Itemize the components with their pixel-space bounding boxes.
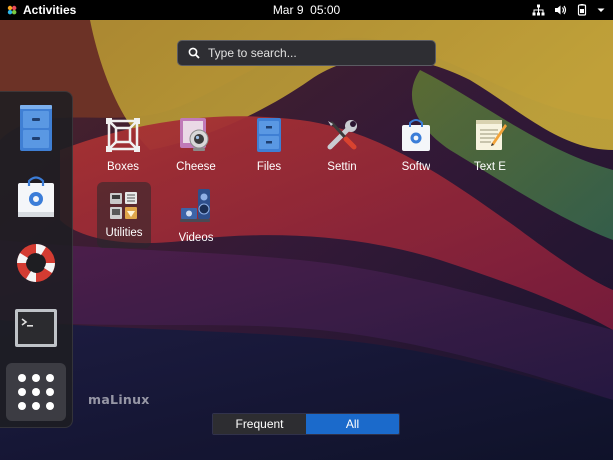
app-text-editor[interactable]: Text E [455,115,525,173]
volume-icon [555,5,567,15]
dash-item-files[interactable] [8,100,64,156]
app-label: Boxes [107,161,139,173]
boxes-icon [103,115,143,155]
system-status-area[interactable] [532,0,605,20]
dash-item-software[interactable] [8,168,64,224]
webcam-icon [176,115,216,155]
top-bar: Activities Mar 9 05:00 [0,0,613,20]
menu-arrow-icon [597,8,605,12]
file-cabinet-icon [249,115,289,155]
app-boxes[interactable]: Boxes [88,115,158,173]
app-label: Softw [401,161,431,173]
shopping-bag-icon [396,115,436,155]
dash-item-help[interactable] [8,235,64,291]
shopping-bag-icon [18,176,54,217]
app-label: Cheese [176,161,216,173]
search-input[interactable] [208,46,428,60]
notepad-icon [470,115,510,155]
activities-button[interactable]: Activities [6,0,76,20]
frequent-tab[interactable]: Frequent [213,414,306,434]
app-label: Settin [327,161,357,173]
activities-label: Activities [23,3,77,17]
app-label: Files [256,161,282,173]
app-label: Utilities [105,227,143,239]
app-grid-icon [18,374,54,410]
app-view-toggle: Frequent All [212,413,400,435]
power-icon [577,4,587,16]
show-applications-button[interactable] [6,363,66,421]
wallpaper-brand-text: maLinux [88,392,150,407]
app-videos[interactable]: Videos [161,186,231,244]
almalinux-logo-icon [7,5,17,15]
dash-item-terminal[interactable] [8,300,64,356]
app-settings[interactable]: Settin [307,115,377,173]
terminal-icon [15,309,57,347]
all-tab[interactable]: All [306,414,399,434]
network-icon [532,4,545,16]
lifebuoy-icon [17,244,55,282]
search-icon [188,47,200,59]
clock-container: Mar 9 05:00 [0,0,613,20]
app-label: Videos [178,232,214,244]
video-icon [176,186,216,226]
folder-icon: Utilities [97,182,151,248]
wrench-screwdriver-icon [322,115,362,155]
app-folder-utilities[interactable]: Utilities [89,182,159,248]
app-cheese[interactable]: Cheese [161,115,231,173]
app-software[interactable]: Softw [381,115,451,173]
clock[interactable]: Mar 9 05:00 [273,3,340,17]
dash [0,91,73,428]
file-cabinet-icon [20,105,52,151]
app-label: Text E [474,161,506,173]
app-files[interactable]: Files [234,115,304,173]
search-box[interactable] [177,40,436,66]
